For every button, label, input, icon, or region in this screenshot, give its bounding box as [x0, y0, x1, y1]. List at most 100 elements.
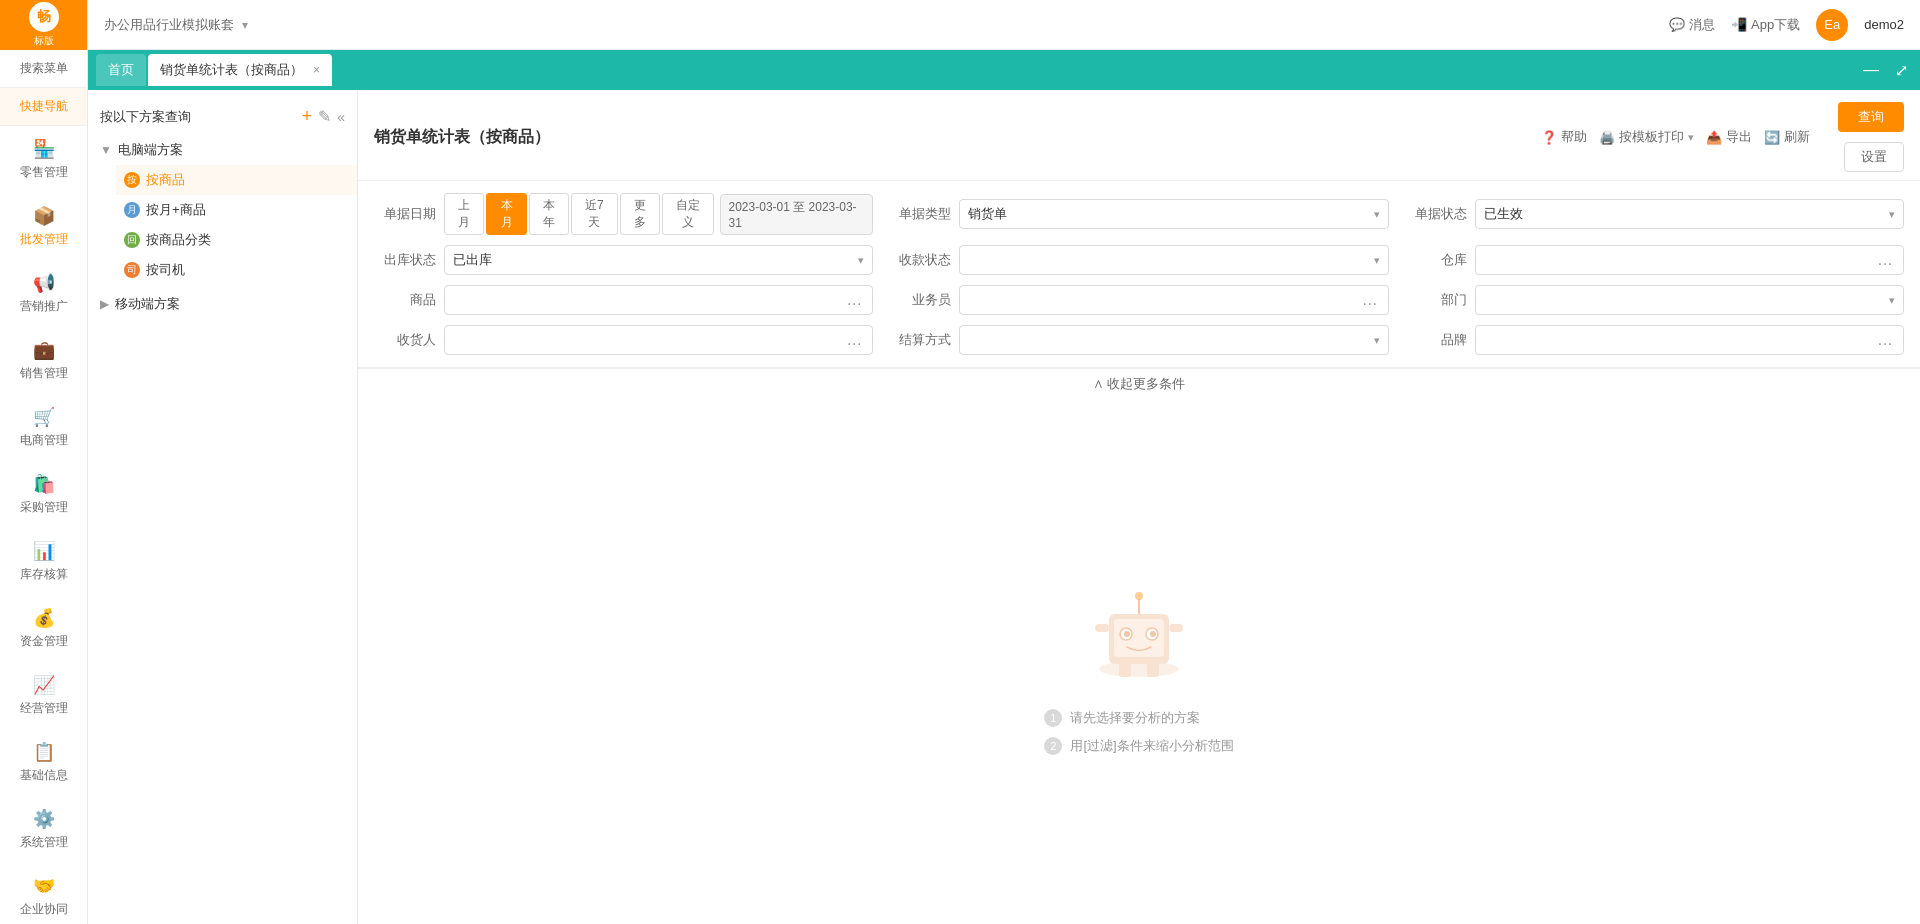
tree-expand-icon: ▼	[100, 143, 112, 157]
sidebar-item-finance[interactable]: 💰 资金管理	[0, 595, 87, 662]
sidebar-item-retail[interactable]: 🏪 零售管理	[0, 126, 87, 193]
tip-1-num: 1	[1044, 709, 1062, 727]
collapse-label: ∧ 收起更多条件	[1093, 376, 1186, 391]
tree-item-by-category[interactable]: 回 按商品分类	[116, 225, 357, 255]
date-last-month-btn[interactable]: 上月	[444, 193, 484, 235]
tree-item-category-icon: 回	[124, 232, 140, 248]
date-group: 上月 本月 本年 近7天 更多 自定义 2023-03-01 至 2023-03…	[444, 193, 873, 235]
app-logo[interactable]: 畅 标版	[0, 0, 87, 50]
svg-point-5	[1124, 631, 1130, 637]
date-7days-btn[interactable]: 近7天	[571, 193, 618, 235]
logo-text: 标版	[34, 34, 54, 48]
doc-status-label: 单据状态	[1405, 205, 1475, 223]
setting-btn[interactable]: 设置	[1844, 142, 1904, 172]
ecommerce-icon: 🛒	[4, 406, 83, 428]
sidebar-item-wholesale[interactable]: 📦 批发管理	[0, 193, 87, 260]
tree-item-by-cashier[interactable]: 司 按司机	[116, 255, 357, 285]
warehouse-dots: …	[1877, 251, 1895, 269]
tab-maximize-btn[interactable]: ⤢	[1891, 57, 1912, 84]
sidebar-item-sales[interactable]: 💼 销售管理	[0, 327, 87, 394]
tree-group-mobile[interactable]: ▶ 移动端方案	[88, 289, 357, 319]
tree-item-by-month-product-label: 按月+商品	[146, 201, 206, 219]
tab-home-label: 首页	[108, 61, 134, 79]
sidebar-item-inventory[interactable]: 📊 库存核算	[0, 528, 87, 595]
tab-active[interactable]: 销货单统计表（按商品） ×	[148, 54, 332, 86]
collapse-conditions-btn[interactable]: ∧ 收起更多条件	[358, 368, 1920, 399]
date-more-btn[interactable]: 更多	[620, 193, 660, 235]
tree-group-pc[interactable]: ▼ 电脑端方案	[88, 135, 357, 165]
date-custom-btn[interactable]: 自定义	[662, 193, 714, 235]
print-btn[interactable]: 🖨️ 按模板打印 ▾	[1599, 128, 1694, 146]
app-download-btn[interactable]: 📲 App下载	[1731, 16, 1800, 34]
help-label: 帮助	[1561, 128, 1587, 146]
right-panel: 销货单统计表（按商品） ❓ 帮助 🖨️ 按模板打印 ▾ 📤 导出	[358, 90, 1920, 924]
search-btn[interactable]: 查询	[1838, 102, 1904, 132]
add-scheme-btn[interactable]: +	[302, 106, 313, 127]
filter-doc-status: 单据状态 已生效 ▾	[1405, 199, 1904, 229]
tree-item-by-product[interactable]: 按 按商品	[116, 165, 357, 195]
industry-dropdown-icon[interactable]: ▾	[242, 18, 248, 32]
operations-icon: 📈	[4, 674, 83, 696]
svg-rect-12	[1147, 663, 1159, 677]
tip-1-text: 请先选择要分析的方案	[1070, 709, 1200, 727]
page-title: 销货单统计表（按商品）	[374, 127, 550, 148]
main-area: 办公用品行业模拟账套 ▾ 💬 消息 📲 App下载 Ea demo2 首页 销货…	[88, 0, 1920, 924]
receipt-status-label: 收款状态	[889, 251, 959, 269]
message-btn[interactable]: 💬 消息	[1669, 16, 1715, 34]
tree-item-month-icon: 月	[124, 202, 140, 218]
sidebar-item-cooperation-label: 企业协同	[20, 902, 68, 916]
doc-status-caret: ▾	[1889, 208, 1895, 221]
print-icon: 🖨️	[1599, 130, 1615, 145]
filter-recipient: 收货人 …	[374, 325, 873, 355]
sidebar-item-operations-label: 经营管理	[20, 701, 68, 715]
industry-label: 办公用品行业模拟账套	[104, 16, 234, 34]
quick-nav[interactable]: 快捷导航	[0, 88, 87, 126]
svg-rect-10	[1169, 624, 1183, 632]
sidebar-item-finance-label: 资金管理	[20, 634, 68, 648]
sidebar-item-system[interactable]: ⚙️ 系统管理	[0, 796, 87, 863]
sidebar-item-operations[interactable]: 📈 经营管理	[0, 662, 87, 729]
logo-icon: 畅	[29, 2, 59, 32]
tab-minimize-btn[interactable]: —	[1859, 57, 1883, 83]
tab-home[interactable]: 首页	[96, 54, 146, 86]
print-dropdown-icon[interactable]: ▾	[1688, 131, 1694, 144]
tab-close-icon[interactable]: ×	[313, 63, 320, 77]
collapse-scheme-btn[interactable]: «	[337, 109, 345, 125]
tree-item-by-category-label: 按商品分类	[146, 231, 211, 249]
salesperson-input[interactable]: …	[959, 285, 1388, 315]
brand-input[interactable]: …	[1475, 325, 1904, 355]
help-btn[interactable]: ❓ 帮助	[1541, 128, 1587, 146]
out-status-select[interactable]: 已出库 ▾	[444, 245, 873, 275]
warehouse-input[interactable]: …	[1475, 245, 1904, 275]
header-left: 办公用品行业模拟账套 ▾	[104, 16, 248, 34]
doc-type-select[interactable]: 销货单 ▾	[959, 199, 1388, 229]
search-menu[interactable]: 搜索菜单	[0, 50, 87, 88]
recipient-input[interactable]: …	[444, 325, 873, 355]
sidebar-item-cooperation[interactable]: 🤝 企业协同	[0, 863, 87, 924]
user-avatar[interactable]: Ea	[1816, 9, 1848, 41]
tree-item-by-month-product[interactable]: 月 按月+商品	[116, 195, 357, 225]
filter-out-status: 出库状态 已出库 ▾	[374, 245, 873, 275]
doc-status-select[interactable]: 已生效 ▾	[1475, 199, 1904, 229]
filter-date: 单据日期 上月 本月 本年 近7天 更多 自定义 2023-03-01 至 20…	[374, 193, 873, 235]
sidebar-item-retail-label: 零售管理	[20, 165, 68, 179]
department-select[interactable]: ▾	[1475, 285, 1904, 315]
date-this-year-btn[interactable]: 本年	[529, 193, 569, 235]
out-status-value: 已出库	[453, 251, 492, 269]
sidebar-item-marketing[interactable]: 📢 营销推广	[0, 260, 87, 327]
export-btn[interactable]: 📤 导出	[1706, 128, 1752, 146]
settlement-select[interactable]: ▾	[959, 325, 1388, 355]
refresh-btn[interactable]: 🔄 刷新	[1764, 128, 1810, 146]
product-input[interactable]: …	[444, 285, 873, 315]
left-panel-title: 按以下方案查询	[100, 108, 191, 126]
sidebar-item-basic[interactable]: 📋 基础信息	[0, 729, 87, 796]
app-download-label: App下载	[1751, 16, 1800, 34]
sidebar-item-purchase[interactable]: 🛍️ 采购管理	[0, 461, 87, 528]
sidebar-item-ecommerce[interactable]: 🛒 电商管理	[0, 394, 87, 461]
svg-point-6	[1150, 631, 1156, 637]
date-this-month-btn[interactable]: 本月	[486, 193, 526, 235]
receipt-status-select[interactable]: ▾	[959, 245, 1388, 275]
filter-receipt-status: 收款状态 ▾	[889, 245, 1388, 275]
filter-row-4: 收货人 … 结算方式 ▾	[374, 325, 1904, 355]
edit-scheme-btn[interactable]: ✎	[318, 107, 331, 126]
